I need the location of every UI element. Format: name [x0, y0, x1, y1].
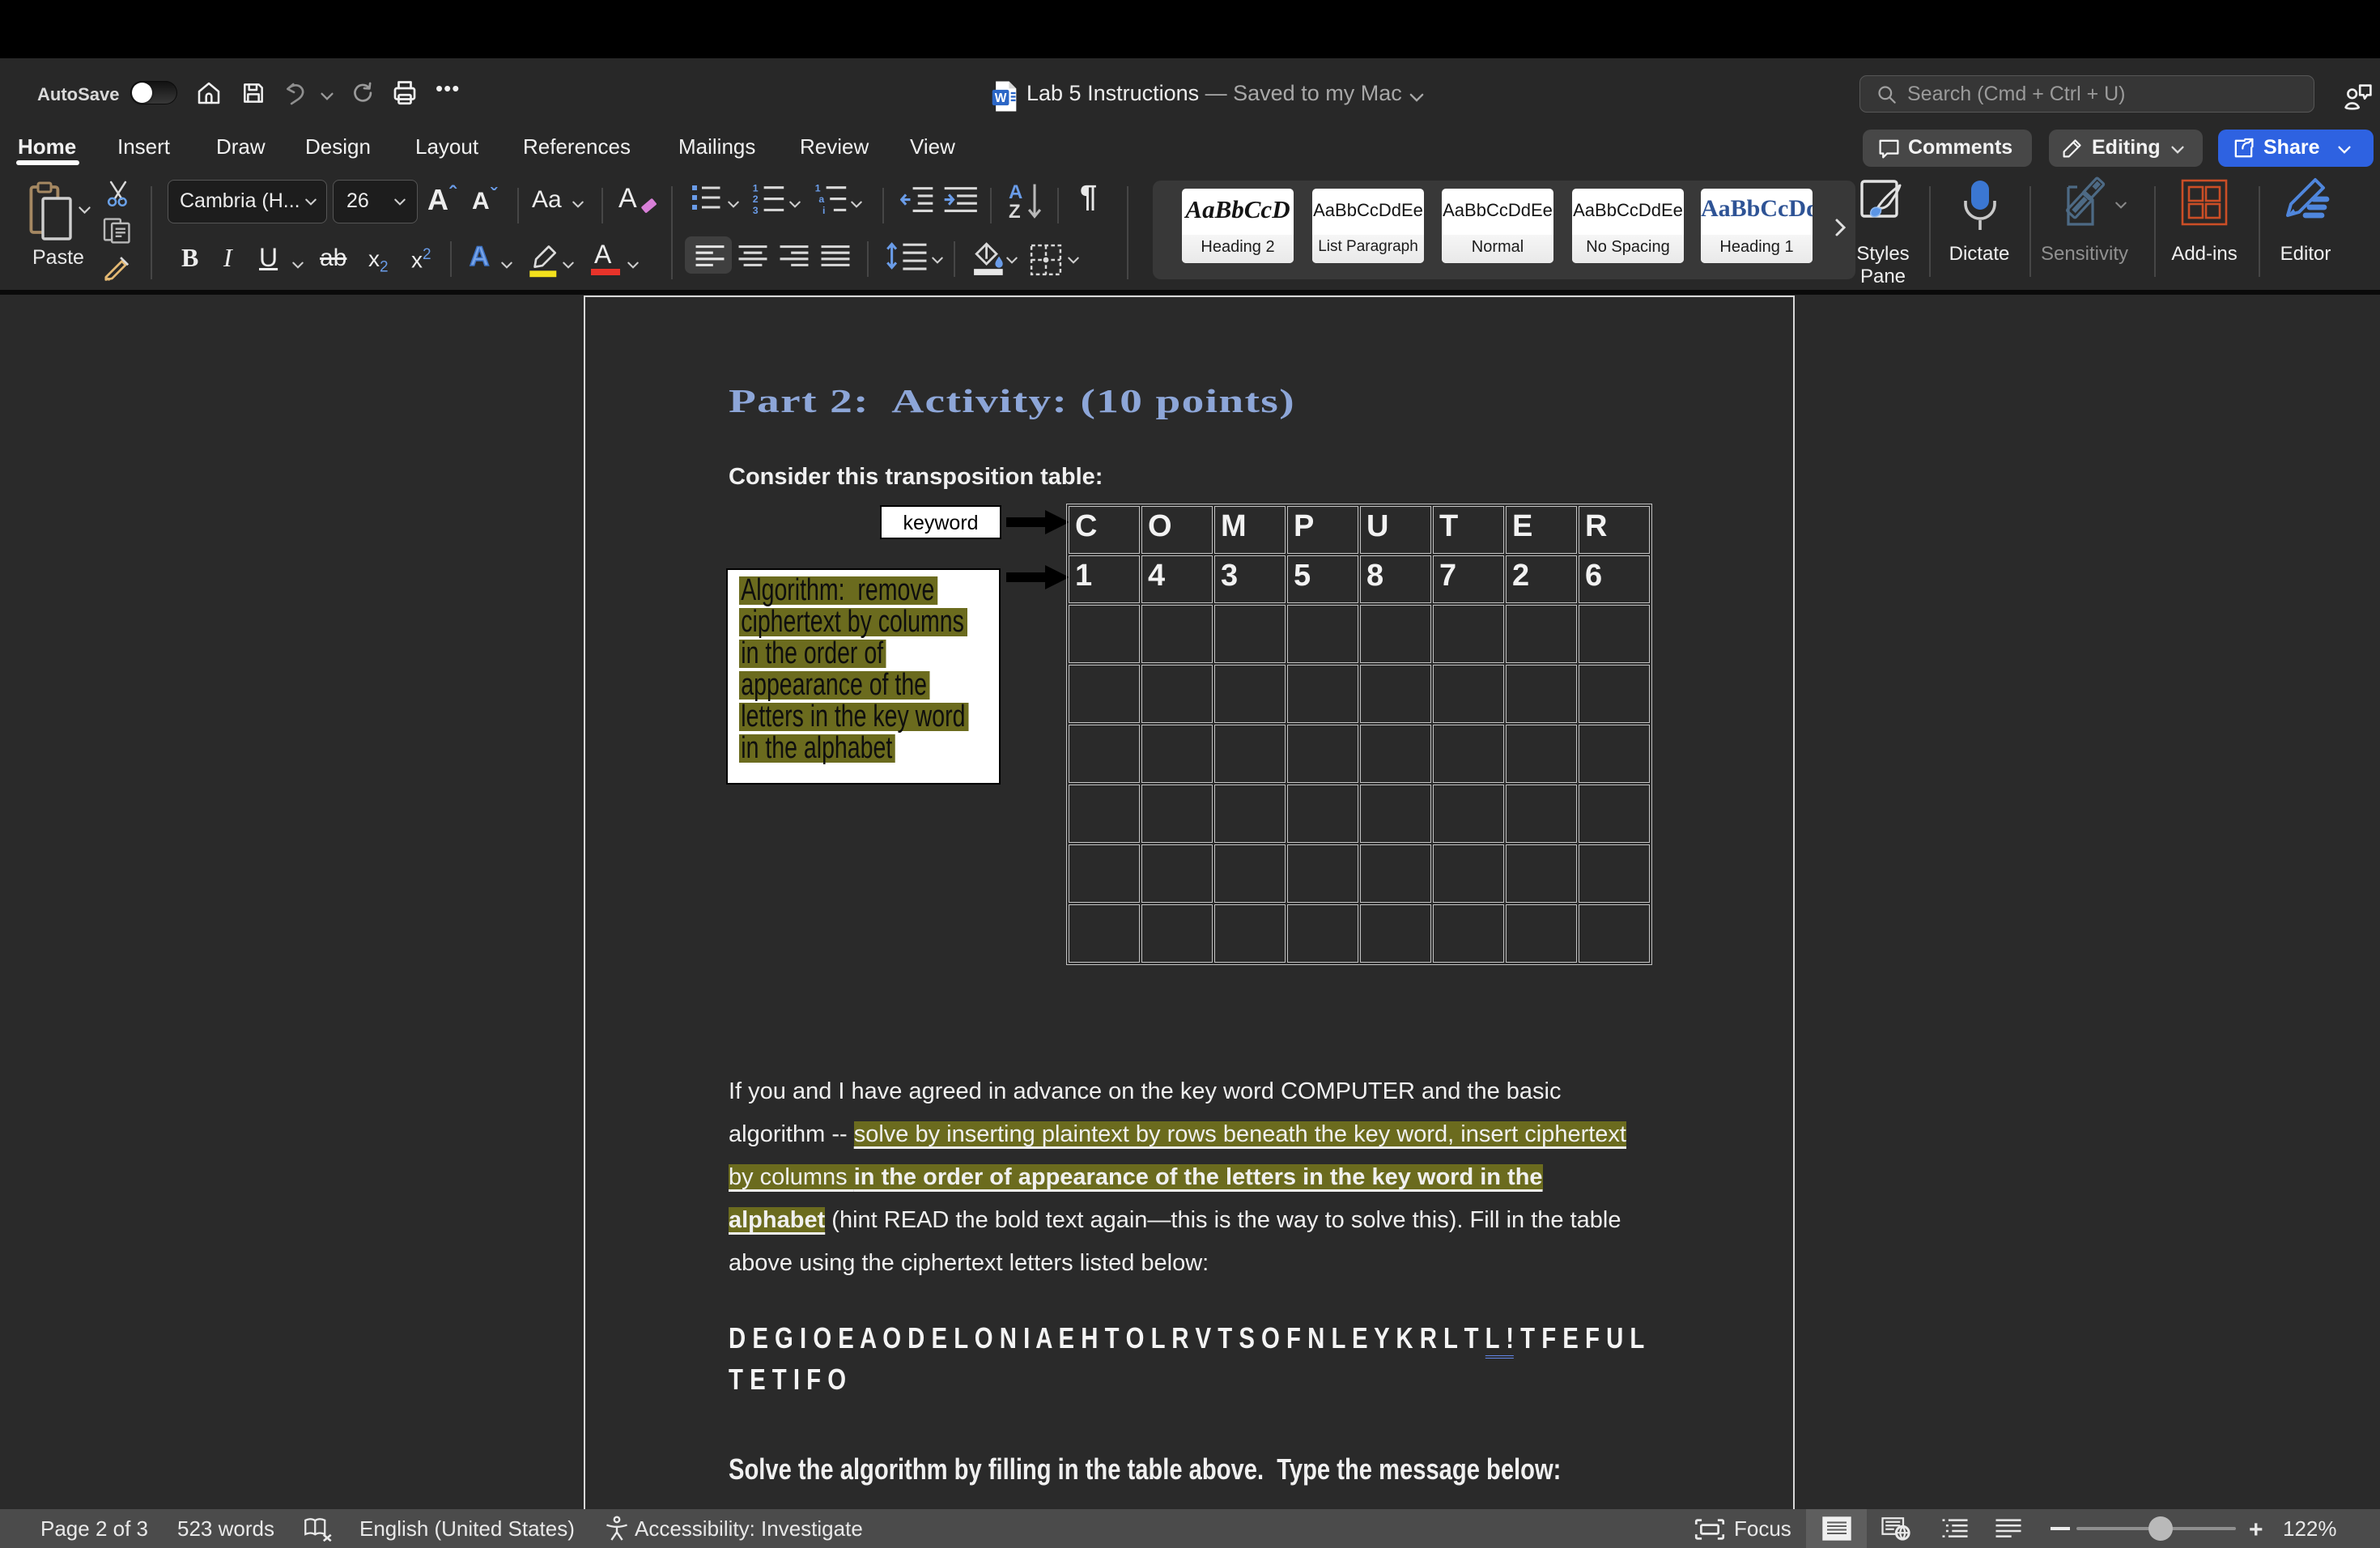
svg-text:1: 1: [815, 182, 821, 194]
svg-text:2: 2: [753, 194, 759, 205]
svg-text:i: i: [822, 205, 825, 214]
svg-text:a: a: [818, 194, 824, 205]
svg-text:W: W: [995, 91, 1007, 105]
svg-text:1: 1: [753, 182, 759, 194]
svg-text:3: 3: [753, 205, 759, 214]
